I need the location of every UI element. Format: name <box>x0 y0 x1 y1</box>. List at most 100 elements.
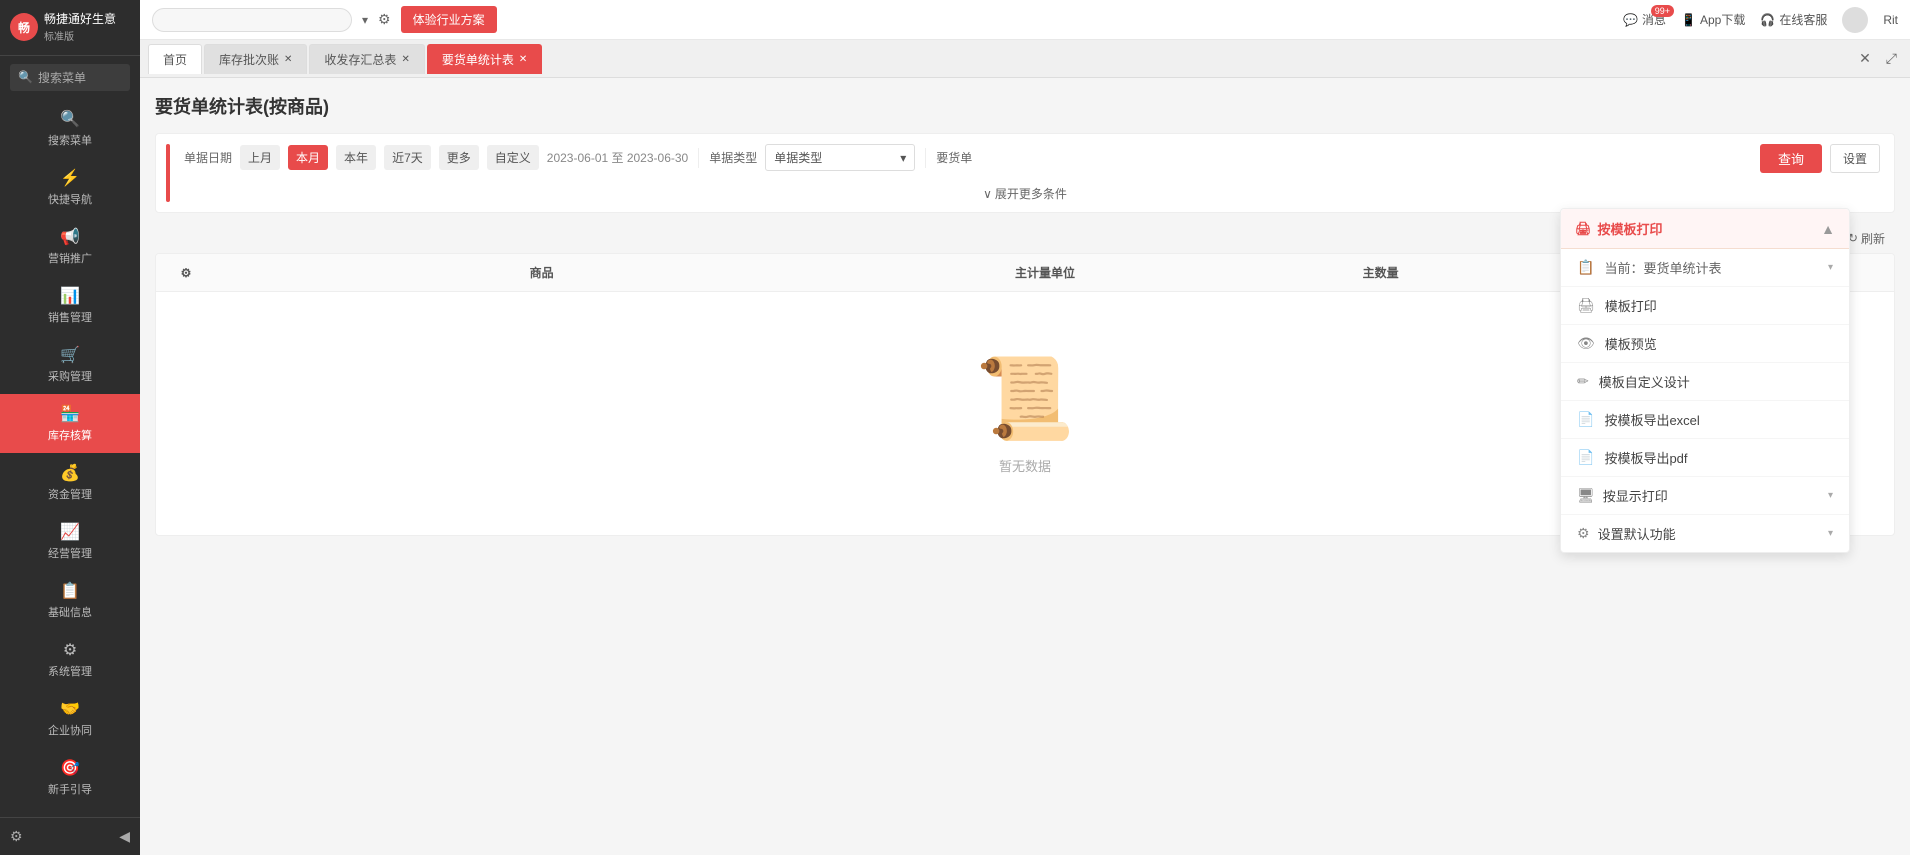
refresh-label: 刷新 <box>1861 230 1885 247</box>
sidebar-item-operations[interactable]: 📈 经营管理 <box>0 512 140 571</box>
set-default-section[interactable]: ⚙ 设置默认功能 ▾ <box>1561 515 1849 552</box>
date-range-text: 2023-06-01 至 2023-06-30 <box>547 149 688 166</box>
trial-btn[interactable]: 体验行业方案 <box>401 6 497 33</box>
7days-btn[interactable]: 近7天 <box>384 145 431 170</box>
template-custom-label: 模板自定义设计 <box>1599 372 1690 391</box>
sidebar-item-sales[interactable]: 📊 销售管理 <box>0 276 140 335</box>
avatar[interactable] <box>1842 7 1868 33</box>
unit-column-header: 主计量单位 <box>877 264 1213 281</box>
nav-icon-finance: 💰 <box>60 463 80 483</box>
topbar-gear-icon[interactable]: ⚙ <box>378 11 391 28</box>
current-template-item[interactable]: 📋 当前：要货单统计表 ▾ <box>1561 249 1849 287</box>
query-button[interactable]: 查询 <box>1760 144 1822 173</box>
current-year-btn[interactable]: 本年 <box>336 145 376 170</box>
nav-icon-quick-nav: ⚡ <box>60 168 80 188</box>
display-print-section[interactable]: 🖥 按显示打印 ▾ <box>1561 477 1849 515</box>
template-preview-icon: 👁 <box>1577 335 1595 352</box>
print-dropdown-close-button[interactable]: ▲ <box>1821 221 1835 237</box>
tab-close-receivable-summary[interactable]: ✕ <box>401 54 409 65</box>
nav-label-collab: 企业协同 <box>48 722 92 738</box>
tab-home[interactable]: 首页 <box>148 44 202 74</box>
tab-close-inventory-batch[interactable]: ✕ <box>284 54 292 65</box>
type-filter-value: 单据类型 <box>774 149 822 166</box>
settings-icon-button[interactable]: ⚙ <box>10 828 23 845</box>
logo-title: 畅捷通好生意 <box>44 12 116 28</box>
tab-close-order-stats[interactable]: ✕ <box>519 54 527 65</box>
topbar-dropdown[interactable]: ▾ <box>362 13 368 27</box>
expand-more-button[interactable]: ∨ 展开更多条件 <box>983 185 1067 202</box>
refresh-button[interactable]: ↻ 刷新 <box>1848 230 1885 247</box>
nav-icon-search: 🔍 <box>60 109 80 129</box>
gear-column-header[interactable]: ⚙ <box>166 266 206 280</box>
template-preview-item[interactable]: 👁 模板预览 <box>1561 325 1849 363</box>
nav-icon-inventory: 🏪 <box>60 404 80 424</box>
sidebar-item-collab[interactable]: 🤝 企业协同 <box>0 689 140 748</box>
prev-month-btn[interactable]: 上月 <box>240 145 280 170</box>
search-menu-button[interactable]: 🔍 搜索菜单 <box>10 64 130 91</box>
type-filter-section: 单据类型 单据类型 ▾ <box>709 144 915 171</box>
topbar: ▾ ⚙ 体验行业方案 💬 消息 99+ 📱 App下载 🎧 在线客服 Rit <box>140 0 1910 40</box>
type-filter-select[interactable]: 单据类型 ▾ <box>765 144 915 171</box>
tab-label-receivable-summary: 收发存汇总表 <box>324 51 396 68</box>
template-pdf-item[interactable]: 📄 按模板导出pdf <box>1561 439 1849 477</box>
display-print-chevron: ▾ <box>1828 490 1833 501</box>
nav-label-guide: 新手引导 <box>48 781 92 797</box>
message-button[interactable]: 💬 消息 99+ <box>1623 11 1666 28</box>
template-excel-item[interactable]: 📄 按模板导出excel <box>1561 401 1849 439</box>
nav-icon-marketing: 📢 <box>60 227 80 247</box>
goods-filter-section: 要货单 <box>936 149 972 166</box>
custom-date-btn[interactable]: 自定义 <box>487 145 539 170</box>
filter-accent <box>166 144 170 202</box>
expand-row: ∨ 展开更多条件 <box>170 185 1880 202</box>
nav-icon-basics: 📋 <box>60 581 80 601</box>
nav-label-system: 系统管理 <box>48 663 92 679</box>
nav-icon-purchase: 🛒 <box>60 345 80 365</box>
tab-receivable-summary[interactable]: 收发存汇总表 ✕ <box>309 44 424 74</box>
sidebar-item-search[interactable]: 🔍 搜索菜单 <box>0 99 140 158</box>
page-content: 要货单统计表(按商品) 单据日期 上月 本月 本年 近7天 更多 自定义 202… <box>140 78 1910 855</box>
date-filter-label: 单据日期 <box>184 149 232 166</box>
maximize-tab-button[interactable]: ⤢ <box>1881 48 1902 69</box>
sidebar-item-guide[interactable]: 🎯 新手引导 <box>0 748 140 807</box>
template-custom-icon: ✏ <box>1577 373 1589 390</box>
sidebar-item-marketing[interactable]: 📢 营销推广 <box>0 217 140 276</box>
nav-label-purchase: 采购管理 <box>48 368 92 384</box>
template-custom-item[interactable]: ✏ 模板自定义设计 <box>1561 363 1849 401</box>
sidebar-item-inventory[interactable]: 🏪 库存核算 <box>0 394 140 453</box>
expand-label: 展开更多条件 <box>995 185 1067 202</box>
template-print-item[interactable]: 🖨 模板打印 <box>1561 287 1849 325</box>
topbar-search-input[interactable] <box>152 8 352 32</box>
close-tab-button[interactable]: ✕ <box>1854 48 1876 69</box>
filter-settings-button[interactable]: 设置 <box>1830 144 1880 173</box>
sidebar-item-purchase[interactable]: 🛒 采购管理 <box>0 335 140 394</box>
print-dropdown-title: 🖨 按模板打印 <box>1575 219 1663 238</box>
empty-icon: 📜 <box>975 352 1075 446</box>
sidebar-item-basics[interactable]: 📋 基础信息 <box>0 571 140 630</box>
dropdown-chevron-icon: ▾ <box>362 13 368 27</box>
type-select-chevron: ▾ <box>900 151 906 165</box>
expand-icon: ∨ <box>983 187 992 201</box>
sidebar-item-quick-nav[interactable]: ⚡ 快捷导航 <box>0 158 140 217</box>
current-month-btn[interactable]: 本月 <box>288 145 328 170</box>
logo-subtitle: 标准版 <box>44 28 116 43</box>
tab-inventory-batch[interactable]: 库存批次账✕ <box>204 44 307 74</box>
app-download-button[interactable]: 📱 App下载 <box>1681 11 1745 28</box>
sidebar-logo: 畅 畅捷通好生意 标准版 <box>0 0 140 56</box>
template-pdf-label: 按模板导出pdf <box>1604 448 1687 467</box>
display-print-icon: 🖥 <box>1577 487 1595 504</box>
sidebar-item-finance[interactable]: 💰 资金管理 <box>0 453 140 512</box>
online-service-button[interactable]: 🎧 在线客服 <box>1760 11 1827 28</box>
sidebar-item-system[interactable]: ⚙ 系统管理 <box>0 630 140 689</box>
goods-filter-label: 要货单 <box>936 149 972 166</box>
nav-label-finance: 资金管理 <box>48 486 92 502</box>
collapse-icon-button[interactable]: ◀ <box>119 828 130 845</box>
message-badge: 99+ <box>1651 5 1674 17</box>
more-date-btn[interactable]: 更多 <box>439 145 479 170</box>
app-download-label: App下载 <box>1700 11 1745 28</box>
date-filter-section: 单据日期 上月 本月 本年 近7天 更多 自定义 2023-06-01 至 20… <box>170 145 688 170</box>
tab-label-order-stats: 要货单统计表 <box>442 51 514 68</box>
sidebar-item-appstore[interactable]: 📱 应用中心 <box>0 807 140 817</box>
tab-order-stats[interactable]: 要货单统计表 ✕ <box>427 44 542 74</box>
filter-bar: 单据日期 上月 本月 本年 近7天 更多 自定义 2023-06-01 至 20… <box>155 133 1895 213</box>
filter-actions: 查询 设置 <box>1760 144 1880 173</box>
